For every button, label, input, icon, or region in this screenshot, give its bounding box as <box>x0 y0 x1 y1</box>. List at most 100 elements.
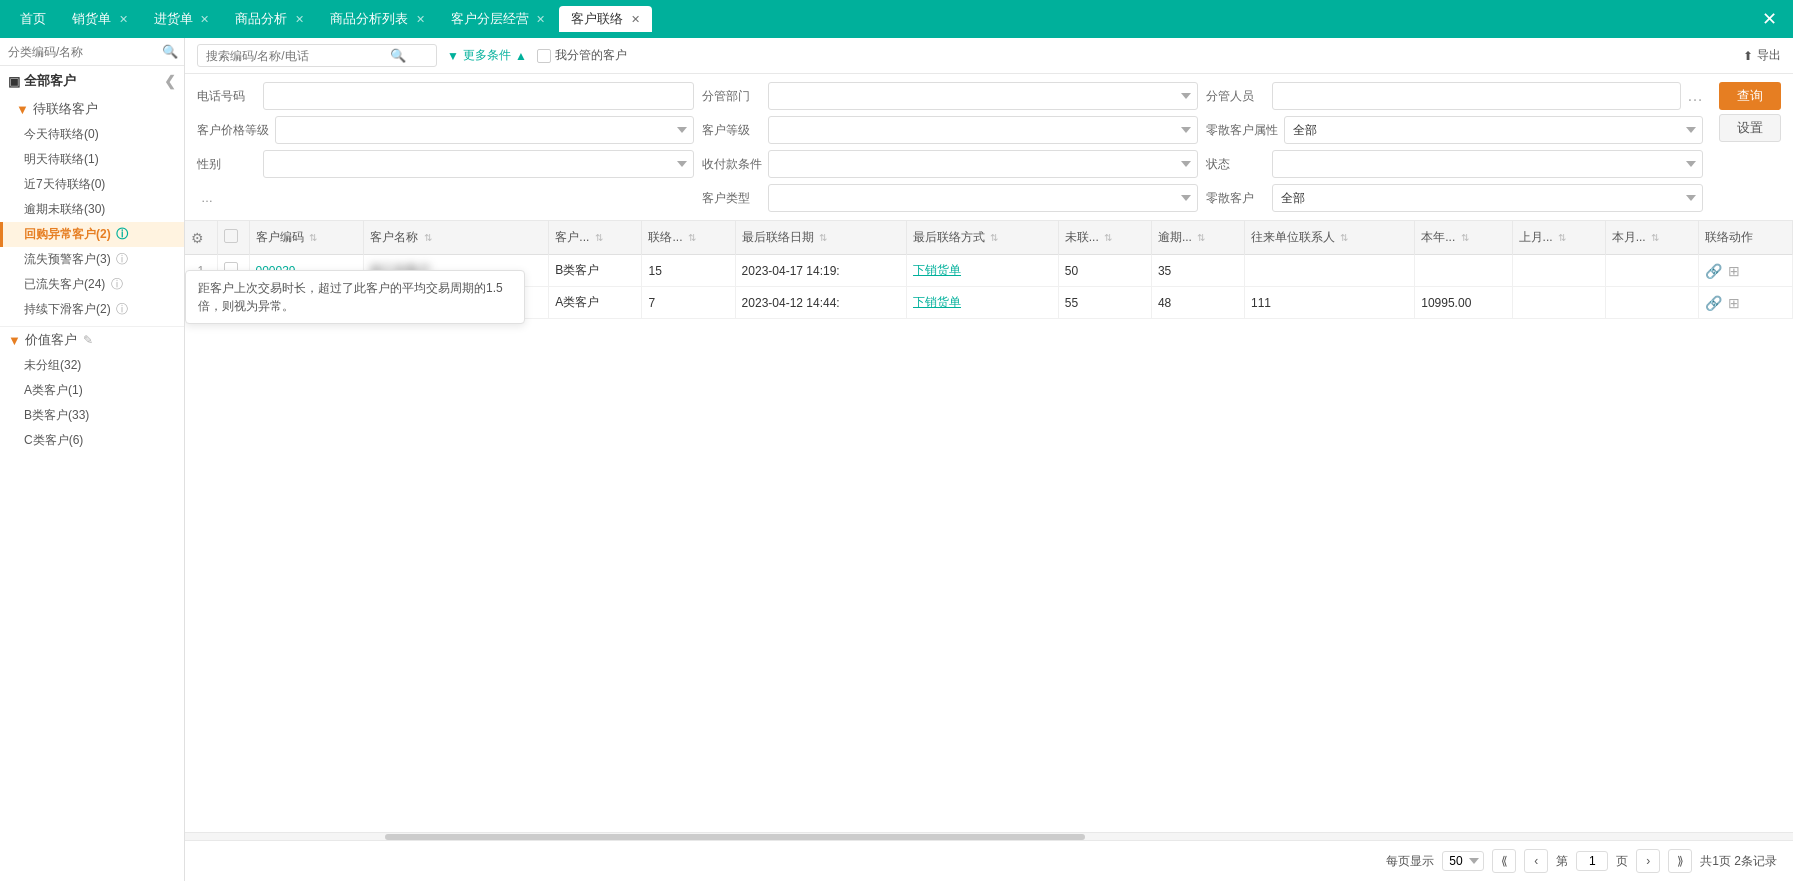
nav-tab-sales[interactable]: 销货单 ✕ <box>60 6 140 32</box>
close-sales-tab-icon[interactable]: ✕ <box>119 13 128 25</box>
sort-overdue-icon[interactable]: ⇅ <box>1197 232 1205 243</box>
sidebar-all-customers-header[interactable]: ▣ 全部客户 ❮ <box>0 66 184 96</box>
nav-tab-product-analysis-list[interactable]: 商品分析列表 ✕ <box>318 6 437 32</box>
sidebar-collapse-icon[interactable]: ❮ <box>164 73 176 89</box>
sidebar-value-customer-group[interactable]: ▼ 价值客户 ✎ <box>0 326 184 353</box>
manager-input[interactable] <box>1272 82 1681 110</box>
more-action-icon-2[interactable]: ⊞ <box>1728 295 1740 311</box>
close-customer-contact-tab-icon[interactable]: ✕ <box>631 13 640 25</box>
my-customers-checkbox[interactable] <box>537 49 551 63</box>
sidebar-item-tomorrow-contact[interactable]: 明天待联络(1) <box>0 147 184 172</box>
nav-tab-purchase[interactable]: 进货单 ✕ <box>142 6 222 32</box>
action-icons-1: 🔗 ⊞ <box>1705 263 1786 279</box>
close-customer-tier-tab-icon[interactable]: ✕ <box>536 13 545 25</box>
price-level-select[interactable] <box>275 116 694 144</box>
row-uncontacted-2: 55 <box>1058 287 1151 319</box>
export-button[interactable]: ⬆ 导出 <box>1743 47 1781 64</box>
page-size-select[interactable]: 50 <box>1442 851 1484 871</box>
row-uncontacted-1: 50 <box>1058 255 1151 287</box>
col-last-month: 上月... ⇅ <box>1512 221 1605 255</box>
page-number-input[interactable] <box>1576 851 1608 871</box>
sidebar-item-7day-contact[interactable]: 近7天待联络(0) <box>0 172 184 197</box>
filter-row-4: … 客户类型 零散客户 全部 <box>197 184 1703 212</box>
sidebar-item-churn-warning[interactable]: 流失预警客户(3) ⓘ <box>0 247 184 272</box>
retail-customer-select[interactable]: 全部 <box>1272 184 1703 212</box>
horizontal-scrollbar[interactable] <box>185 832 1793 840</box>
sort-name-icon[interactable]: ⇅ <box>424 232 432 243</box>
customer-level-select[interactable] <box>768 116 1199 144</box>
sidebar-item-declining[interactable]: 持续下滑客户(2) ⓘ <box>0 297 184 322</box>
first-page-button[interactable]: ⟪ <box>1492 849 1516 873</box>
close-all-tabs-button[interactable]: ✕ <box>1754 8 1785 30</box>
col-contact-count: 联络... ⇅ <box>642 221 735 255</box>
sidebar-item-ungrouped[interactable]: 未分组(32) <box>0 353 184 378</box>
scrollbar-thumb[interactable] <box>385 834 1085 840</box>
sidebar-item-class-c[interactable]: C类客户(6) <box>0 428 184 453</box>
prev-page-button[interactable]: ‹ <box>1524 849 1548 873</box>
sort-last-month-icon[interactable]: ⇅ <box>1558 232 1566 243</box>
settings-button[interactable]: 设置 <box>1719 114 1781 142</box>
edit-value-group-icon[interactable]: ✎ <box>83 333 93 347</box>
more-conditions-button[interactable]: ▼ 更多条件 ▲ <box>447 47 527 64</box>
manager-field: 分管人员 … <box>1206 82 1703 110</box>
filter-search-icon[interactable]: 🔍 <box>390 48 406 63</box>
customer-type-select[interactable] <box>768 184 1199 212</box>
sidebar-item-class-a[interactable]: A类客户(1) <box>0 378 184 403</box>
select-all-checkbox[interactable] <box>224 229 238 243</box>
sidebar-item-today-contact[interactable]: 今天待联络(0) <box>0 122 184 147</box>
sort-type-icon[interactable]: ⇅ <box>595 232 603 243</box>
sort-this-year-icon[interactable]: ⇅ <box>1461 232 1469 243</box>
close-purchase-tab-icon[interactable]: ✕ <box>200 13 209 25</box>
sidebar-group-pending-contact[interactable]: ▼ 待联络客户 <box>0 96 184 122</box>
chevron-up-icon: ▲ <box>515 49 527 63</box>
nav-tab-home[interactable]: 首页 <box>8 6 58 32</box>
sort-last-method-icon[interactable]: ⇅ <box>990 232 998 243</box>
filter-search-input[interactable] <box>206 49 386 63</box>
last-method-link-1[interactable]: 下销货单 <box>913 263 961 277</box>
more-filter-button[interactable]: … <box>197 191 217 205</box>
retail-attr-select[interactable]: 全部 <box>1284 116 1703 144</box>
status-select[interactable] <box>1272 150 1703 178</box>
phone-input[interactable] <box>263 82 694 110</box>
query-button[interactable]: 查询 <box>1719 82 1781 110</box>
sort-contact-person-icon[interactable]: ⇅ <box>1340 232 1348 243</box>
sidebar-item-overdue-contact[interactable]: 逾期未联络(30) <box>0 197 184 222</box>
close-product-analysis-tab-icon[interactable]: ✕ <box>295 13 304 25</box>
sidebar-item-churned[interactable]: 已流失客户(24) ⓘ <box>0 272 184 297</box>
sort-this-month-icon[interactable]: ⇅ <box>1651 232 1659 243</box>
nav-tab-product-analysis[interactable]: 商品分析 ✕ <box>223 6 316 32</box>
pagination-bar: 每页显示 50 ⟪ ‹ 第 页 › ⟫ 共1页 2条记录 <box>185 840 1793 881</box>
total-records-label: 共1页 2条记录 <box>1700 853 1777 870</box>
info-icon-churned: ⓘ <box>111 277 123 291</box>
nav-tab-customer-contact[interactable]: 客户联络 ✕ <box>559 6 652 32</box>
contact-action-icon-2[interactable]: 🔗 <box>1705 295 1722 311</box>
contact-action-icon-1[interactable]: 🔗 <box>1705 263 1722 279</box>
row-overdue-2: 48 <box>1151 287 1244 319</box>
nav-tab-customer-tier[interactable]: 客户分层经营 ✕ <box>439 6 558 32</box>
more-btn-field: … <box>197 191 694 205</box>
sidebar-item-class-b[interactable]: B类客户(33) <box>0 403 184 428</box>
close-product-analysis-list-tab-icon[interactable]: ✕ <box>416 13 425 25</box>
manager-more-icon[interactable]: … <box>1687 87 1703 105</box>
last-method-link-2[interactable]: 下销货单 <box>913 295 961 309</box>
customer-level-field: 客户等级 <box>702 116 1199 144</box>
sidebar-item-repurchase-anomaly[interactable]: 回购异常客户(2) ⓘ <box>0 222 184 247</box>
sort-last-date-icon[interactable]: ⇅ <box>819 232 827 243</box>
next-page-button[interactable]: › <box>1636 849 1660 873</box>
more-action-icon-1[interactable]: ⊞ <box>1728 263 1740 279</box>
my-customers-checkbox-wrapper[interactable]: 我分管的客户 <box>537 47 627 64</box>
sidebar-search-icon[interactable]: 🔍 <box>162 44 178 59</box>
top-nav: 首页 销货单 ✕ 进货单 ✕ 商品分析 ✕ 商品分析列表 ✕ 客户分层经营 ✕ … <box>0 0 1793 38</box>
row-last-month-1 <box>1512 255 1605 287</box>
sort-code-icon[interactable]: ⇅ <box>309 232 317 243</box>
dept-select[interactable] <box>768 82 1199 110</box>
gender-select[interactable] <box>263 150 694 178</box>
tooltip-box: 距客户上次交易时长，超过了此客户的平均交易周期的1.5倍，则视为异常。 <box>185 270 525 324</box>
sort-uncontacted-icon[interactable]: ⇅ <box>1104 232 1112 243</box>
sort-contact-icon[interactable]: ⇅ <box>688 232 696 243</box>
table-settings-icon[interactable]: ⚙ <box>191 230 204 246</box>
advanced-filter: 电话号码 分管部门 分管人员 … <box>185 74 1793 221</box>
payment-select[interactable] <box>768 150 1199 178</box>
last-page-button[interactable]: ⟫ <box>1668 849 1692 873</box>
sidebar-search-input[interactable] <box>8 45 158 59</box>
